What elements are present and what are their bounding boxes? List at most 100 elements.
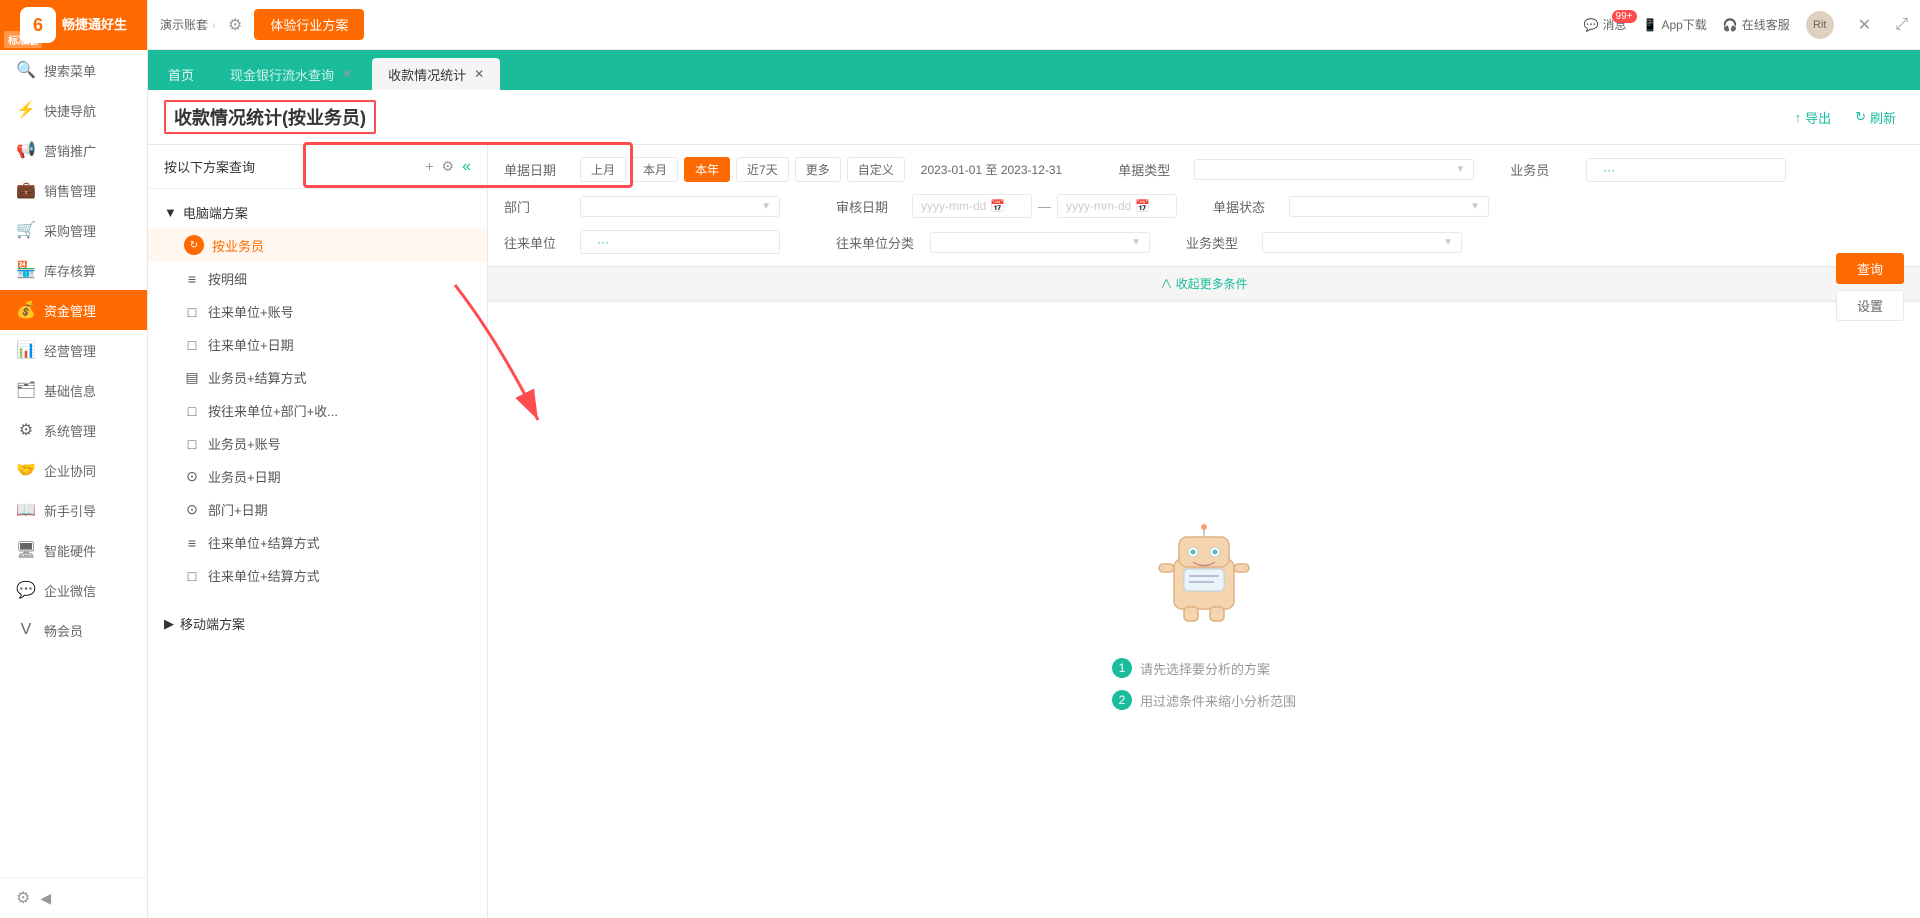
warehouse-icon: 🏪 <box>16 260 36 280</box>
sidebar-item-purchase[interactable]: 🛒 采购管理 <box>0 210 147 250</box>
settings-icon[interactable]: ⚙ <box>16 888 30 908</box>
filter-settings-button[interactable]: 设置 <box>1836 290 1904 321</box>
date-btn-last-month[interactable]: 上月 <box>580 157 626 182</box>
partner-more-btn[interactable]: ··· <box>597 235 609 249</box>
sidebar-item-label-purchase: 采购管理 <box>44 221 96 240</box>
online-service-button[interactable]: 🎧 在线客服 <box>1723 16 1790 33</box>
salesman-select[interactable]: ··· <box>1586 158 1786 182</box>
biz-type-arrow: ▼ <box>1443 237 1453 248</box>
scheme-item-label: 按业务员 <box>212 236 264 255</box>
sidebar-item-hardware[interactable]: 🖥 智能硬件 <box>0 530 147 570</box>
audit-date-from[interactable]: yyyy-mm-dd 📅 <box>912 194 1032 218</box>
query-button[interactable]: 查询 <box>1836 253 1904 284</box>
scheme-item-by-salesman[interactable]: ↻ 按业务员 <box>148 228 487 262</box>
partner-category-select[interactable]: ▼ <box>930 232 1150 253</box>
scheme-item-unit-method2[interactable]: □ 往来单位+结算方式 <box>148 559 487 592</box>
audit-date-to[interactable]: yyyy-mm-dd 📅 <box>1057 194 1177 218</box>
filter-row-partner: 往来单位 ··· 往来单位分类 ▼ 业务类型 ▼ <box>504 230 1904 254</box>
add-scheme-button[interactable]: + <box>425 158 433 176</box>
messages-button[interactable]: 💬 消息 99+ <box>1584 16 1627 33</box>
sidebar-item-vip[interactable]: V 畅会员 <box>0 610 147 650</box>
empty-state: 1 请先选择要分析的方案 2 用过滤条件来缩小分析范围 <box>488 303 1920 918</box>
tab-collection[interactable]: 收款情况统计 ✕ <box>372 58 500 90</box>
tab-bank-close[interactable]: ✕ <box>342 67 352 81</box>
message-badge: 99+ <box>1612 10 1637 23</box>
scheme-item-label: 部门+日期 <box>208 500 268 519</box>
hardware-icon: 🖥 <box>16 540 36 560</box>
sidebar-item-label-basic: 基础信息 <box>44 381 96 400</box>
tab-collection-close[interactable]: ✕ <box>474 67 484 81</box>
collapse-text: ∧ 收起更多条件 <box>1160 277 1247 291</box>
refresh-icon: ↻ <box>1855 109 1866 125</box>
scheme-item-unit-dept[interactable]: □ 按往来单位+部门+收... <box>148 394 487 427</box>
sidebar-item-capital[interactable]: 💰 资金管理 <box>0 290 147 330</box>
date-btn-this-month[interactable]: 本月 <box>632 157 678 182</box>
partner-select[interactable]: ··· <box>580 230 780 254</box>
message-icon: 💬 <box>1584 18 1599 32</box>
edition-badge: 标准版 <box>4 31 42 48</box>
basic-icon: 🗂 <box>16 380 36 400</box>
refresh-button[interactable]: ↻ 刷新 <box>1847 104 1904 131</box>
collapse-panel-icon[interactable]: « <box>462 158 471 176</box>
date-btn-more[interactable]: 更多 <box>795 157 841 182</box>
page-title: 收款情况统计(按业务员) <box>164 100 376 134</box>
window-close-button[interactable]: ✕ <box>1858 15 1871 35</box>
doc-status-arrow: ▼ <box>1470 201 1480 212</box>
collapse-bar[interactable]: ∧ 收起更多条件 <box>488 267 1920 301</box>
tab-bank[interactable]: 现金银行流水查询 ✕ <box>214 58 368 90</box>
search-icon: 🔍 <box>16 60 36 80</box>
mobile-scheme-group: ▶ 移动端方案 <box>148 600 487 647</box>
doc-type-select[interactable]: ▼ <box>1194 159 1474 180</box>
content-body: 按以下方案查询 + ⚙ « ▼ 电脑端方案 ↻ 按业务员 <box>148 145 1920 918</box>
scheme-item-salesman-account[interactable]: □ 业务员+账号 <box>148 427 487 460</box>
sidebar-item-search[interactable]: 🔍 搜索菜单 <box>0 50 147 90</box>
sidebar-item-marketing[interactable]: 📢 营销推广 <box>0 130 147 170</box>
mobile-group-title[interactable]: ▶ 移动端方案 <box>148 608 487 639</box>
sidebar-item-label-capital: 资金管理 <box>44 301 96 320</box>
date-filter-label: 单据日期 <box>504 160 564 179</box>
scheme-item-unit-method1[interactable]: ≡ 往来单位+结算方式 <box>148 526 487 559</box>
scheme-item-salesman-date[interactable]: ⊙ 业务员+日期 <box>148 460 487 493</box>
app-download-button[interactable]: 📱 App下载 <box>1643 16 1707 33</box>
scheme-item-label: 往来单位+日期 <box>208 335 294 354</box>
doc-status-select[interactable]: ▼ <box>1289 196 1489 217</box>
tab-bank-label: 现金银行流水查询 <box>230 65 334 84</box>
main-content: 收款情况统计(按业务员) ↑ 导出 ↻ 刷新 按以下方案查询 + ⚙ « <box>148 90 1920 918</box>
app-icon: 📱 <box>1643 18 1658 32</box>
trial-button[interactable]: 体验行业方案 <box>254 9 364 40</box>
salesman-more-btn[interactable]: ··· <box>1603 163 1615 177</box>
partner-category-label: 往来单位分类 <box>836 233 914 252</box>
scheme-item-dept-date[interactable]: ⊙ 部门+日期 <box>148 493 487 526</box>
scheme-item-salesman-method[interactable]: ▤ 业务员+结算方式 <box>148 361 487 394</box>
mobile-group-arrow: ▶ <box>164 616 174 632</box>
sidebar-item-basic[interactable]: 🗂 基础信息 <box>0 370 147 410</box>
sidebar-item-business[interactable]: 📊 经营管理 <box>0 330 147 370</box>
company-icon: 🤝 <box>16 460 36 480</box>
sidebar-item-quicknav[interactable]: ⚡ 快捷导航 <box>0 90 147 130</box>
sidebar-item-warehouse[interactable]: 🏪 库存核算 <box>0 250 147 290</box>
dept-select[interactable]: ▼ <box>580 196 780 217</box>
date-btn-7days[interactable]: 近7天 <box>736 157 789 182</box>
doc-type-arrow: ▼ <box>1455 164 1465 175</box>
scheme-settings-icon[interactable]: ⚙ <box>442 158 455 176</box>
salesman-account-icon: □ <box>184 436 200 452</box>
scheme-item-unit-date[interactable]: □ 往来单位+日期 <box>148 328 487 361</box>
sidebar-item-wechat[interactable]: 💬 企业微信 <box>0 570 147 610</box>
scheme-item-unit-account[interactable]: □ 往来单位+账号 <box>148 295 487 328</box>
header-settings-icon[interactable]: ⚙ <box>228 15 242 35</box>
sidebar-item-company[interactable]: 🤝 企业协同 <box>0 450 147 490</box>
date-btn-custom[interactable]: 自定义 <box>847 157 905 182</box>
user-avatar[interactable]: Rit <box>1806 11 1834 39</box>
collapse-sidebar-icon[interactable]: ◀ <box>40 890 51 907</box>
date-btn-this-year[interactable]: 本年 <box>684 157 730 182</box>
export-button[interactable]: ↑ 导出 <box>1787 104 1840 131</box>
sidebar-item-guide[interactable]: 📖 新手引导 <box>0 490 147 530</box>
window-maximize-button[interactable]: ⤢ <box>1895 16 1908 34</box>
scheme-item-by-detail[interactable]: ≡ 按明细 <box>148 262 487 295</box>
sidebar-item-sales[interactable]: 💼 销售管理 <box>0 170 147 210</box>
biz-type-select[interactable]: ▼ <box>1262 232 1462 253</box>
sidebar-item-system[interactable]: ⚙ 系统管理 <box>0 410 147 450</box>
tab-home[interactable]: 首页 <box>152 58 210 90</box>
sidebar-item-label-company: 企业协同 <box>44 461 96 480</box>
pc-group-title[interactable]: ▼ 电脑端方案 <box>148 197 487 228</box>
